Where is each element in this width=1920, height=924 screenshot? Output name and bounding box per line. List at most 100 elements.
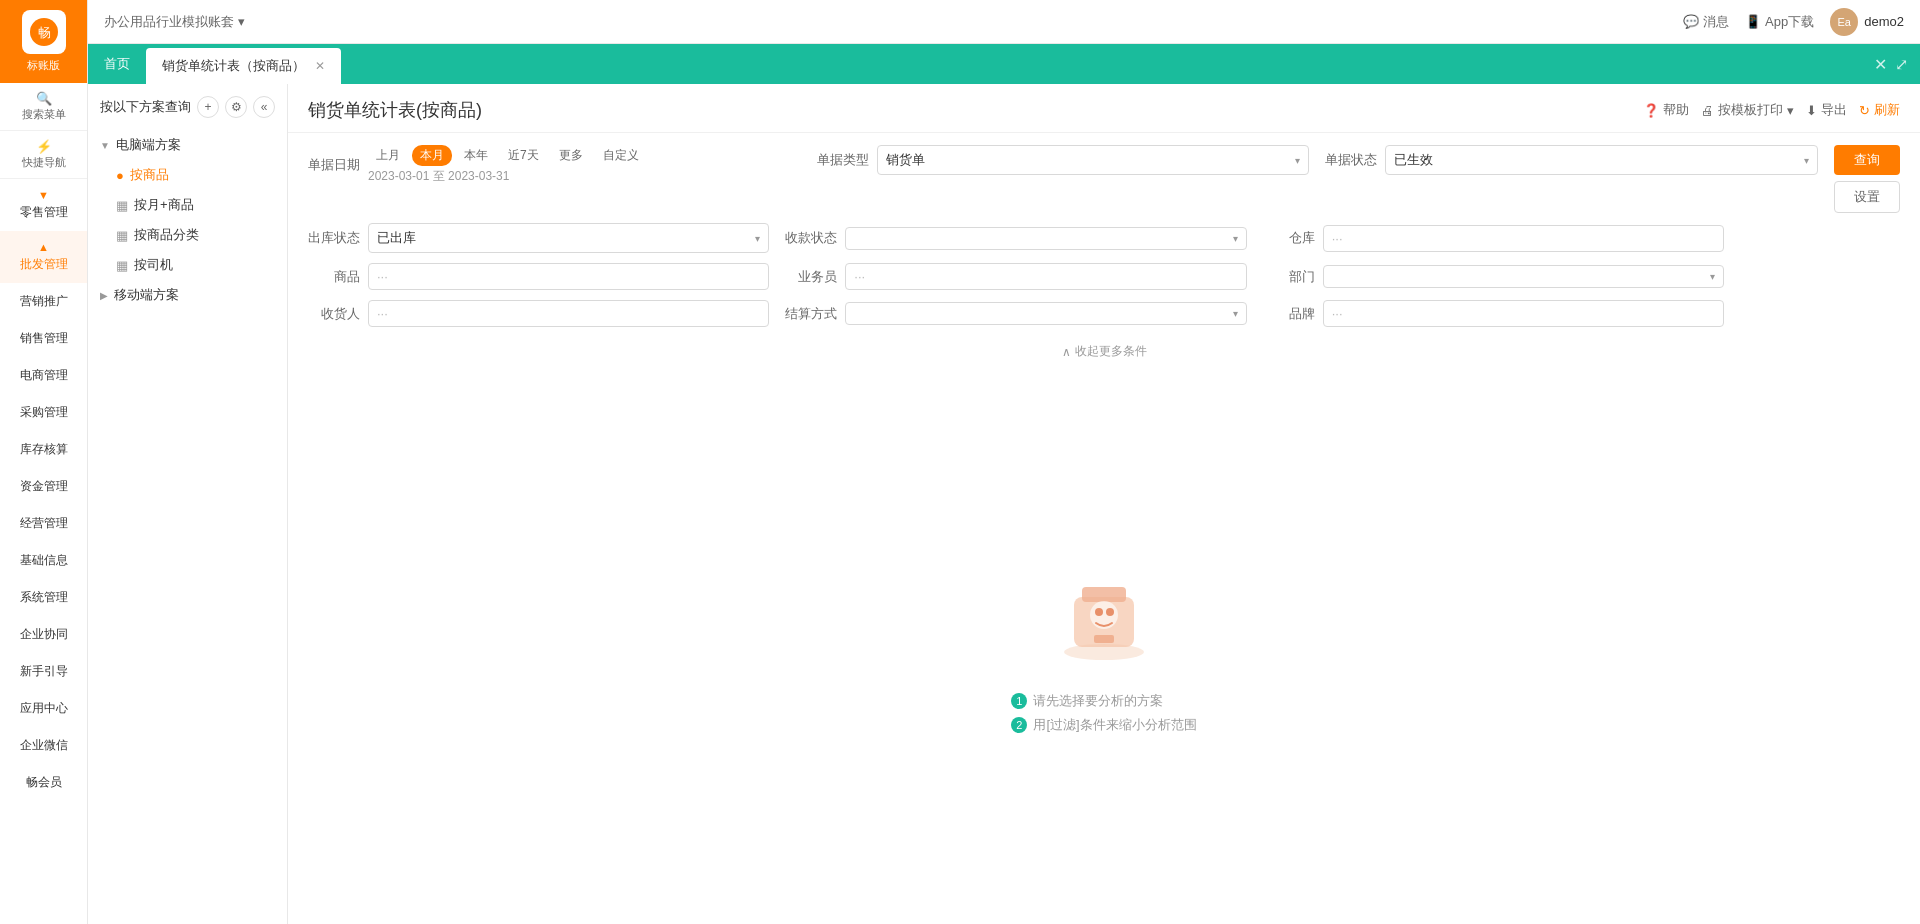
- sidebar-item-guide[interactable]: 新手引导: [0, 653, 87, 690]
- app-download-btn[interactable]: 📱 App下载: [1745, 13, 1814, 31]
- export-label: 导出: [1821, 101, 1847, 119]
- message-btn[interactable]: 💬 消息: [1683, 13, 1729, 31]
- date-tab-this-month[interactable]: 本月: [412, 145, 452, 166]
- warehouse-status-label: 出库状态: [308, 229, 360, 247]
- warehouse-status-select[interactable]: 已出库 ▾: [368, 223, 769, 253]
- tree-child-by-month-product[interactable]: ▦ 按月+商品: [104, 190, 287, 220]
- add-scheme-btn[interactable]: +: [197, 96, 219, 118]
- collection-status-label: 收款状态: [785, 229, 837, 247]
- tree-child-by-cashier[interactable]: ▦ 按司机: [104, 250, 287, 280]
- export-btn[interactable]: ⬇ 导出: [1806, 101, 1847, 119]
- sidebar-item-sales[interactable]: 销售管理: [0, 320, 87, 357]
- sidebar-item-corp[interactable]: 企业协同: [0, 616, 87, 653]
- salesperson-select[interactable]: ···: [845, 263, 1246, 290]
- svg-text:畅: 畅: [37, 25, 50, 40]
- export-icon: ⬇: [1806, 103, 1817, 118]
- tree-group-mobile[interactable]: ▶ 移动端方案: [88, 280, 287, 310]
- payment-select[interactable]: ▾: [845, 302, 1246, 325]
- sidebar-item-wholesale[interactable]: ▲ 批发管理: [0, 231, 87, 283]
- empty-text-line1: 1 请先选择要分析的方案: [1011, 692, 1196, 710]
- date-tab-more[interactable]: 更多: [551, 145, 591, 166]
- dept-select[interactable]: ▾: [1323, 265, 1724, 288]
- settings-scheme-btn[interactable]: ⚙: [225, 96, 247, 118]
- sidebar-item-finance[interactable]: 资金管理: [0, 468, 87, 505]
- app-selector[interactable]: 办公用品行业模拟账套 ▾: [104, 13, 245, 31]
- sidebar-item-system-label: 系统管理: [20, 589, 68, 606]
- receiver-dots: ···: [377, 306, 388, 321]
- page-header-actions: ❓ 帮助 🖨 按模板打印 ▾ ⬇ 导出 ↻ 刷新: [1643, 101, 1900, 119]
- empty-num-1: 1: [1011, 693, 1027, 709]
- collapse-panel-btn[interactable]: «: [253, 96, 275, 118]
- collection-status-arrow: ▾: [1233, 233, 1238, 244]
- filter-row-3: 商品 ··· 业务员 ··· 部门: [308, 263, 1900, 290]
- sidebar-item-marketing[interactable]: 营销推广: [0, 283, 87, 320]
- sidebar-item-basic[interactable]: 基础信息: [0, 542, 87, 579]
- sidebar-item-finance-label: 资金管理: [20, 478, 68, 495]
- help-label: 帮助: [1663, 101, 1689, 119]
- collection-status-select[interactable]: ▾: [845, 227, 1246, 250]
- sidebar-item-operation[interactable]: 经营管理: [0, 505, 87, 542]
- sidebar-item-member[interactable]: 畅会员: [0, 764, 87, 801]
- warehouse-status-filter: 出库状态 已出库 ▾: [308, 223, 769, 253]
- tab-close-all-btn[interactable]: ✕: [1874, 55, 1887, 74]
- sidebar-item-purchase[interactable]: 采购管理: [0, 394, 87, 431]
- dept-arrow: ▾: [1710, 271, 1715, 282]
- tab-sales-report-label: 销货单统计表（按商品）: [162, 57, 305, 75]
- tab-sales-report[interactable]: 销货单统计表（按商品） ✕: [146, 48, 341, 84]
- brand-dots: ···: [1332, 306, 1343, 321]
- print-icon: 🖨: [1701, 103, 1714, 118]
- sidebar-item-wholesale-label: 批发管理: [20, 256, 68, 273]
- panel-tree: ▼ 电脑端方案 ● 按商品 ▦ 按月+商品 ▦ 按商品分类: [88, 126, 287, 314]
- sidebar-logo[interactable]: 畅 办公用品行业模拟账套 标账版: [0, 0, 87, 83]
- warehouse-status-value: 已出库: [377, 229, 416, 247]
- tab-expand-btn[interactable]: ⤢: [1895, 55, 1908, 74]
- svg-rect-4: [1082, 587, 1126, 602]
- tree-group-mobile-label: 移动端方案: [114, 286, 179, 304]
- query-button[interactable]: 查询: [1834, 145, 1900, 175]
- warehouse-status-arrow: ▾: [755, 233, 760, 244]
- top-bar-right: 💬 消息 📱 App下载 Ea demo2: [1683, 8, 1904, 36]
- sidebar-item-system[interactable]: 系统管理: [0, 579, 87, 616]
- date-tab-7days[interactable]: 近7天: [500, 145, 547, 166]
- date-filter: 单据日期 上月 本月 本年 近7天 更多 自定义 2023-03-01 至 20…: [308, 145, 801, 185]
- sidebar-item-wechat[interactable]: 企业微信: [0, 727, 87, 764]
- payment-arrow: ▾: [1233, 308, 1238, 319]
- print-label: 按模板打印: [1718, 101, 1783, 119]
- date-tab-this-year[interactable]: 本年: [456, 145, 496, 166]
- doc-status-select[interactable]: 已生效 ▾: [1385, 145, 1818, 175]
- sidebar-item-inventory[interactable]: 库存核算: [0, 431, 87, 468]
- sidebar-item-basic-label: 基础信息: [20, 552, 68, 569]
- tree-child-by-product[interactable]: ● 按商品: [104, 160, 287, 190]
- receiver-select[interactable]: ···: [368, 300, 769, 327]
- salesperson-filter: 业务员 ···: [785, 263, 1246, 290]
- settings-button[interactable]: 设置: [1834, 181, 1900, 213]
- brand-select[interactable]: ···: [1323, 300, 1724, 327]
- refresh-btn[interactable]: ↻ 刷新: [1859, 101, 1900, 119]
- collapse-bar[interactable]: ∧ 收起更多条件: [308, 337, 1900, 366]
- sidebar-item-app[interactable]: 应用中心: [0, 690, 87, 727]
- tree-arrow-pc: ▼: [100, 140, 110, 151]
- tree-child-by-category[interactable]: ▦ 按商品分类: [104, 220, 287, 250]
- sidebar-item-ecom-label: 电商管理: [20, 367, 68, 384]
- sidebar-item-retail[interactable]: ▼ 零售管理: [0, 179, 87, 231]
- print-btn[interactable]: 🖨 按模板打印 ▾: [1701, 101, 1794, 119]
- doc-type-select[interactable]: 销货单 ▾: [877, 145, 1310, 175]
- quick-nav-btn[interactable]: ⚡ 快捷导航: [0, 131, 87, 179]
- tab-home[interactable]: 首页: [88, 44, 146, 84]
- tab-close-icon[interactable]: ✕: [315, 59, 325, 73]
- empty-illustration: [1044, 557, 1164, 680]
- goods-select[interactable]: ···: [368, 263, 769, 290]
- user-area[interactable]: Ea demo2: [1830, 8, 1904, 36]
- sidebar-item-ecom[interactable]: 电商管理: [0, 357, 87, 394]
- app-download-label: App下载: [1765, 13, 1814, 31]
- sidebar-search-btn[interactable]: 🔍 搜索菜单: [0, 83, 87, 131]
- collapse-icon: «: [261, 100, 268, 114]
- sidebar-item-corp-label: 企业协同: [20, 626, 68, 643]
- date-tab-prev-month[interactable]: 上月: [368, 145, 408, 166]
- tree-group-pc[interactable]: ▼ 电脑端方案: [88, 130, 287, 160]
- help-btn[interactable]: ❓ 帮助: [1643, 101, 1689, 119]
- date-tab-custom[interactable]: 自定义: [595, 145, 647, 166]
- sidebar-item-purchase-label: 采购管理: [20, 404, 68, 421]
- warehouse-select[interactable]: ···: [1323, 225, 1724, 252]
- warehouse-filter: 仓库 ···: [1263, 225, 1724, 252]
